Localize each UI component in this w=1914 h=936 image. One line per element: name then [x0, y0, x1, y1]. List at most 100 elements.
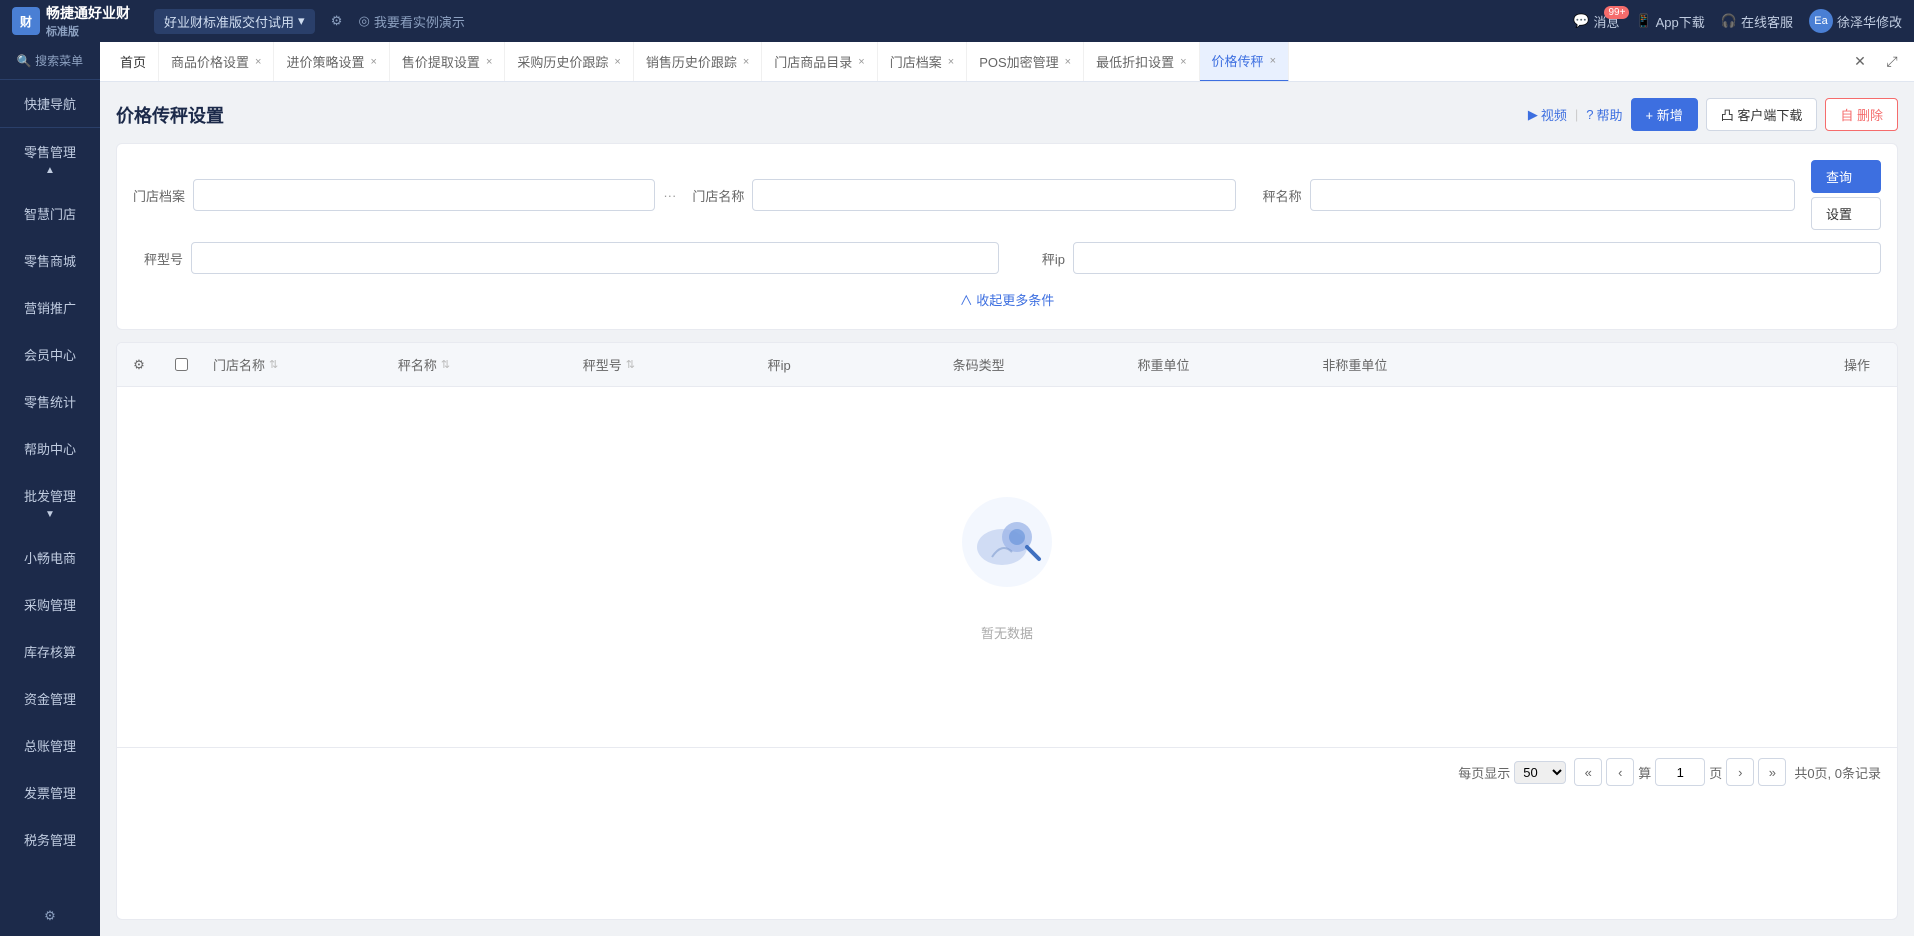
- message-button[interactable]: 💬 消息 99+: [1573, 12, 1619, 31]
- tab-purchase-strategy[interactable]: 进价策略设置 ×: [274, 42, 389, 82]
- sort-scale-model-icon[interactable]: ⇅: [626, 358, 635, 371]
- sidebar-item-ecommerce[interactable]: 小畅电商: [0, 534, 100, 581]
- tab-bar: 首页 商品价格设置 × 进价策略设置 × 售价提取设置 × 采购历史价跟踪 ×: [100, 42, 1914, 82]
- tab-close-product-price[interactable]: ×: [255, 56, 261, 68]
- scale-name-input[interactable]: [1310, 179, 1795, 211]
- tab-pos-management[interactable]: POS加密管理 ×: [967, 42, 1084, 82]
- tab-close-store-catalog[interactable]: ×: [858, 56, 864, 68]
- scale-model-field: 秤型号: [133, 242, 999, 274]
- page-size-select: 每页显示 10 20 50 100: [1458, 761, 1566, 784]
- last-page-button[interactable]: »: [1758, 758, 1786, 786]
- scale-name-label: 秤名称: [1252, 186, 1302, 205]
- store-file-input[interactable]: [193, 179, 655, 211]
- env-selector[interactable]: 好业财标准版交付试用 ▾: [154, 9, 315, 34]
- app-version: 标准版: [46, 23, 130, 39]
- form-row-1: 门店档案 ··· 门店名称 秤名称 查询: [133, 160, 1881, 230]
- tab-close-sale-extract[interactable]: ×: [486, 56, 492, 68]
- demo-link[interactable]: ◎ 我要看实例演示: [359, 12, 465, 31]
- sidebar-item-wholesale[interactable]: 批发管理 ▼: [0, 472, 100, 534]
- sidebar-item-general-ledger[interactable]: 总账管理: [0, 722, 100, 769]
- tab-home[interactable]: 首页: [108, 42, 159, 82]
- tab-close-pos-management[interactable]: ×: [1065, 56, 1071, 68]
- message-icon: 💬: [1573, 13, 1589, 29]
- tab-min-discount[interactable]: 最低折扣设置 ×: [1084, 42, 1199, 82]
- next-page-button[interactable]: ›: [1726, 758, 1754, 786]
- logo-icon: 财: [12, 7, 40, 35]
- page-number-input[interactable]: [1655, 758, 1705, 786]
- query-button[interactable]: 查询: [1811, 160, 1881, 193]
- search-icon: 🔍: [17, 54, 32, 68]
- settings-button[interactable]: 设置: [1811, 197, 1881, 230]
- sidebar-item-retail-stats[interactable]: 零售统计: [0, 378, 100, 425]
- tab-close-sales-history[interactable]: ×: [743, 56, 749, 68]
- prev-page-button[interactable]: ‹: [1606, 758, 1634, 786]
- page-actions: ▶ 视频 | ? 帮助 + 新增 凸 客户端下载 自 删除: [1528, 98, 1898, 131]
- sort-store-name-icon[interactable]: ⇅: [269, 358, 278, 371]
- tab-close-purchase-history[interactable]: ×: [614, 56, 620, 68]
- sidebar-item-quick-nav[interactable]: 快捷导航: [0, 80, 100, 128]
- tab-purchase-history[interactable]: 采购历史价跟踪 ×: [505, 42, 633, 82]
- question-icon: ?: [1586, 107, 1593, 122]
- sidebar-settings-icon[interactable]: ⚙: [0, 896, 100, 936]
- tab-expand-button[interactable]: ⤢: [1878, 48, 1906, 76]
- help-link[interactable]: ? 帮助: [1586, 105, 1622, 124]
- tab-sale-extract[interactable]: 售价提取设置 ×: [390, 42, 505, 82]
- th-scale-model: 秤型号 ⇅: [571, 355, 756, 374]
- sidebar-item-help-center[interactable]: 帮助中心: [0, 425, 100, 472]
- total-info: 共0页, 0条记录: [1794, 763, 1881, 782]
- top-bar: 财 畅捷通好业财 标准版 好业财标准版交付试用 ▾ ⚙ ◎ 我要看实例演示 💬 …: [0, 0, 1914, 42]
- user-info[interactable]: Ea 徐泽华修改: [1809, 9, 1902, 33]
- env-settings-icon[interactable]: ⚙: [323, 7, 351, 35]
- tab-close-price-scale[interactable]: ×: [1270, 55, 1276, 67]
- sidebar-item-finance[interactable]: 资金管理: [0, 675, 100, 722]
- sidebar-item-tax[interactable]: 税务管理: [0, 816, 100, 863]
- add-button[interactable]: + 新增: [1631, 98, 1698, 131]
- video-link[interactable]: ▶ 视频: [1528, 105, 1567, 124]
- app-download-button[interactable]: 📱 App下载: [1635, 12, 1704, 31]
- tab-close-min-discount[interactable]: ×: [1180, 56, 1186, 68]
- sort-scale-name-icon[interactable]: ⇅: [441, 358, 450, 371]
- page-label: 算: [1638, 763, 1651, 782]
- tab-close-all-button[interactable]: ✕: [1846, 48, 1874, 76]
- scale-ip-input[interactable]: [1073, 242, 1881, 274]
- data-table: ⚙ 门店名称 ⇅ 秤名称 ⇅: [116, 342, 1898, 920]
- delete-button[interactable]: 自 删除: [1825, 98, 1898, 131]
- sidebar-search[interactable]: 🔍 搜索菜单: [0, 42, 100, 80]
- store-name-input[interactable]: [752, 179, 1235, 211]
- online-service-button[interactable]: 🎧 在线客服: [1721, 12, 1793, 31]
- tab-store-file[interactable]: 门店档案 ×: [878, 42, 967, 82]
- page-size-dropdown[interactable]: 10 20 50 100: [1514, 761, 1566, 784]
- page-header: 价格传秤设置 ▶ 视频 | ? 帮助 + 新增 凸 客户端下载 自: [116, 98, 1898, 131]
- sidebar-item-retail-management[interactable]: 零售管理 ▲: [0, 128, 100, 190]
- sidebar-item-retail-mall[interactable]: 零售商城: [0, 237, 100, 284]
- tab-close-purchase-strategy[interactable]: ×: [370, 56, 376, 68]
- user-name: 徐泽华修改: [1837, 12, 1902, 31]
- tab-close-store-file[interactable]: ×: [948, 56, 954, 68]
- tab-price-scale[interactable]: 价格传秤 ×: [1200, 42, 1289, 82]
- first-page-button[interactable]: «: [1574, 758, 1602, 786]
- collapse-button[interactable]: ∧ 收起更多条件: [960, 290, 1055, 309]
- th-weight-unit: 称重单位: [1125, 355, 1310, 374]
- sidebar-item-member-center[interactable]: 会员中心: [0, 331, 100, 378]
- th-barcode-type: 条码类型: [941, 355, 1126, 374]
- chevron-down-icon: ▾: [298, 13, 305, 29]
- empty-state: 暂无数据: [957, 492, 1057, 642]
- tab-product-price[interactable]: 商品价格设置 ×: [159, 42, 274, 82]
- search-form: 门店档案 ··· 门店名称 秤名称 查询: [116, 143, 1898, 330]
- sidebar-item-inventory[interactable]: 库存核算: [0, 628, 100, 675]
- sidebar-item-smart-store[interactable]: 智慧门店: [0, 190, 100, 237]
- client-download-button[interactable]: 凸 客户端下载: [1706, 98, 1818, 131]
- scale-model-input[interactable]: [191, 242, 999, 274]
- page-size-label: 每页显示: [1458, 763, 1510, 782]
- settings-icon[interactable]: ⚙: [133, 357, 145, 373]
- tab-sales-history[interactable]: 销售历史价跟踪 ×: [634, 42, 762, 82]
- sidebar-item-purchase[interactable]: 采购管理: [0, 581, 100, 628]
- store-file-more-icon[interactable]: ···: [663, 188, 676, 203]
- th-checkbox: [161, 358, 201, 371]
- select-all-checkbox[interactable]: [175, 358, 188, 371]
- sidebar-item-marketing[interactable]: 营销推广: [0, 284, 100, 331]
- sidebar-item-invoice[interactable]: 发票管理: [0, 769, 100, 816]
- tab-store-catalog[interactable]: 门店商品目录 ×: [762, 42, 877, 82]
- th-scale-name: 秤名称 ⇅: [386, 355, 571, 374]
- scale-name-field: 秤名称: [1252, 160, 1795, 230]
